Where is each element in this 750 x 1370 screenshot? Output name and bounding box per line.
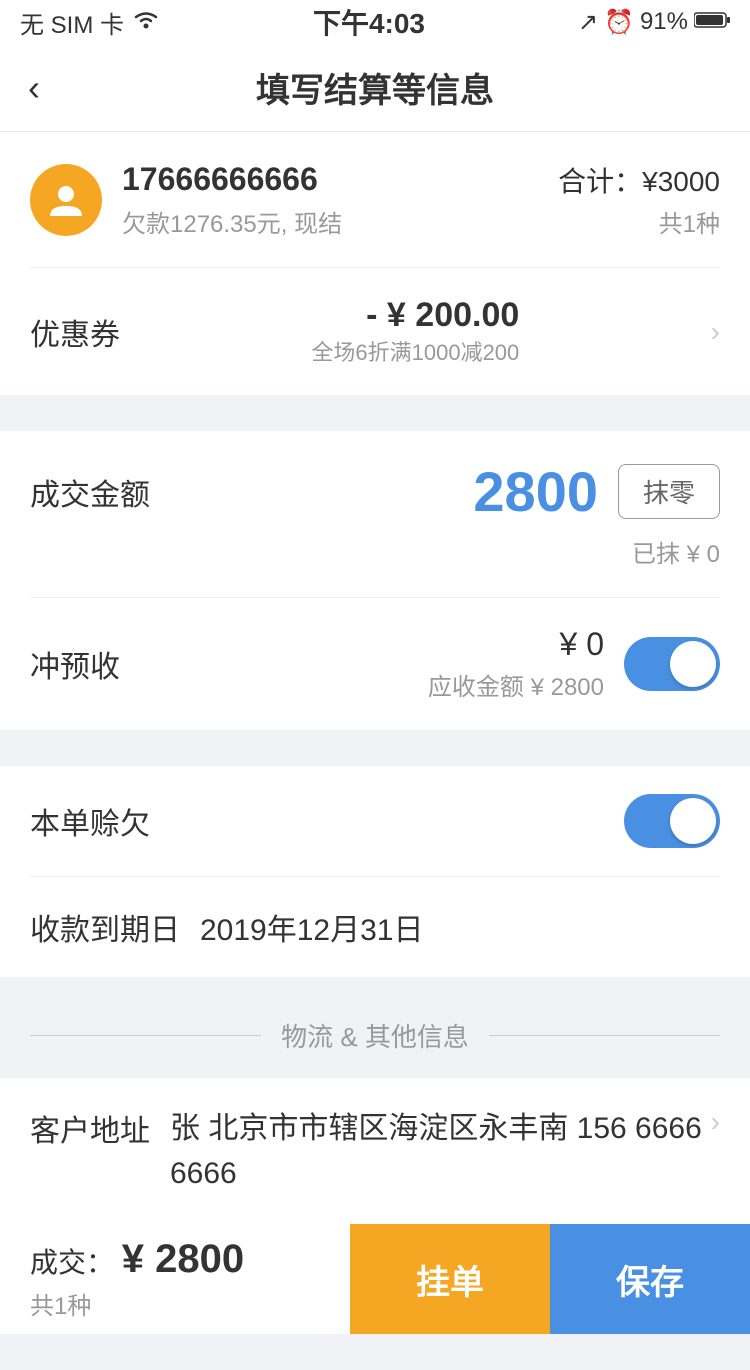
gray-separator	[0, 411, 750, 431]
deal-amount: ¥ 2800	[122, 1237, 244, 1281]
logistics-line-left	[30, 1035, 261, 1036]
sim-status: 无 SIM 卡	[20, 5, 124, 40]
gray-separator2	[0, 746, 750, 766]
address-value: 张 北京市市辖区海淀区永丰南 156 6666 6666	[170, 1106, 711, 1196]
battery-level: 91%	[640, 8, 688, 36]
status-right: ↗ ⏰ 91%	[578, 8, 730, 37]
amount-card: 成交金额 2800 抹零 已抹 ¥ 0 冲预收 ¥ 0 应收金额 ¥ 2800	[0, 431, 750, 730]
save-button[interactable]: 保存	[550, 1224, 750, 1334]
coupon-discount: - ¥ 200.00	[311, 296, 519, 335]
amount-row: 成交金额 2800 抹零	[30, 459, 720, 524]
customer-phone: 17666666666	[122, 161, 342, 198]
prepay-section: 冲预收 ¥ 0 应收金额 ¥ 2800	[0, 598, 750, 730]
coupon-label: 优惠券	[30, 310, 120, 354]
address-section: 客户地址 张 北京市市辖区海淀区永丰南 156 6666 6666 ›	[0, 1078, 750, 1224]
prepay-sub: 应收金额 ¥ 2800	[428, 667, 604, 702]
status-time: 下午4:03	[313, 2, 425, 42]
customer-debt: 欠款1276.35元, 现结	[122, 204, 342, 239]
page-title: 填写结算等信息	[256, 63, 494, 112]
total-count: 共1种	[558, 204, 720, 239]
deal-count: 共1种	[30, 1286, 320, 1321]
round-button[interactable]: 抹零	[618, 464, 720, 519]
due-date-section: 收款到期日 2019年12月31日	[0, 877, 750, 977]
customer-left: 17666666666 欠款1276.35元, 现结	[30, 161, 342, 239]
logistics-label: 物流 & 其他信息	[281, 1017, 469, 1054]
status-left: 无 SIM 卡	[20, 5, 160, 40]
total-amount: ¥3000	[642, 166, 720, 197]
debt-row: 本单赊欠	[30, 794, 720, 848]
due-label: 收款到期日	[30, 905, 180, 949]
customer-row: 17666666666 欠款1276.35元, 现结 合计：¥3000 共1种	[0, 132, 750, 267]
amount-label: 成交金额	[30, 470, 150, 514]
address-card: 客户地址 张 北京市市辖区海淀区永丰南 156 6666 6666 ›	[0, 1078, 750, 1224]
total-label-text: 合计：	[558, 166, 642, 197]
coupon-right: - ¥ 200.00 全场6折满1000减200	[311, 296, 519, 367]
chevron-right-icon: ›	[711, 316, 720, 348]
prepay-label: 冲预收	[30, 642, 120, 686]
coupon-row[interactable]: 优惠券 - ¥ 200.00 全场6折满1000减200 ›	[0, 268, 750, 395]
total-label: 合计：¥3000	[558, 160, 720, 200]
customer-info: 17666666666 欠款1276.35元, 现结	[122, 161, 342, 239]
prepay-toggle[interactable]	[624, 637, 720, 691]
amount-value: 2800	[473, 459, 598, 524]
due-value: 2019年12月31日	[200, 905, 423, 949]
location-icon: ↗	[578, 8, 598, 37]
debt-section: 本单赊欠	[0, 766, 750, 876]
address-chevron-icon: ›	[711, 1106, 720, 1138]
customer-right: 合计：¥3000 共1种	[558, 160, 720, 239]
deal-label: 成交：	[30, 1247, 114, 1278]
battery-icon	[694, 8, 730, 36]
avatar	[30, 164, 102, 236]
alarm-icon: ⏰	[604, 8, 634, 37]
amount-right: 2800 抹零	[473, 459, 720, 524]
deal-label-row: 成交： ¥ 2800	[30, 1237, 320, 1282]
amount-sub: 已抹 ¥ 0	[30, 534, 720, 569]
prepay-right: ¥ 0 应收金额 ¥ 2800	[428, 626, 720, 702]
due-row: 收款到期日 2019年12月31日	[30, 905, 720, 949]
amount-section: 成交金额 2800 抹零 已抹 ¥ 0	[0, 431, 750, 597]
debt-card: 本单赊欠 收款到期日 2019年12月31日	[0, 766, 750, 977]
hang-button[interactable]: 挂单	[350, 1224, 550, 1334]
prepay-row: 冲预收 ¥ 0 应收金额 ¥ 2800	[30, 626, 720, 702]
wifi-icon	[132, 8, 160, 36]
back-button[interactable]: ‹	[28, 67, 40, 109]
prepay-amount: ¥ 0 应收金额 ¥ 2800	[428, 626, 604, 702]
logistics-header: 物流 & 其他信息	[0, 993, 750, 1078]
debt-toggle[interactable]	[624, 794, 720, 848]
debt-label: 本单赊欠	[30, 799, 150, 843]
bottom-summary: 成交： ¥ 2800 共1种	[0, 1237, 350, 1321]
nav-bar: ‹ 填写结算等信息	[0, 44, 750, 132]
customer-card: 17666666666 欠款1276.35元, 现结 合计：¥3000 共1种 …	[0, 132, 750, 395]
status-bar: 无 SIM 卡 下午4:03 ↗ ⏰ 91%	[0, 0, 750, 44]
address-label: 客户地址	[30, 1106, 150, 1150]
logistics-line-right	[489, 1035, 720, 1036]
bottom-bar: 成交： ¥ 2800 共1种 挂单 保存	[0, 1224, 750, 1334]
coupon-desc: 全场6折满1000减200	[311, 335, 519, 367]
prepay-value: ¥ 0	[428, 626, 604, 663]
address-row[interactable]: 客户地址 张 北京市市辖区海淀区永丰南 156 6666 6666 ›	[30, 1106, 720, 1196]
